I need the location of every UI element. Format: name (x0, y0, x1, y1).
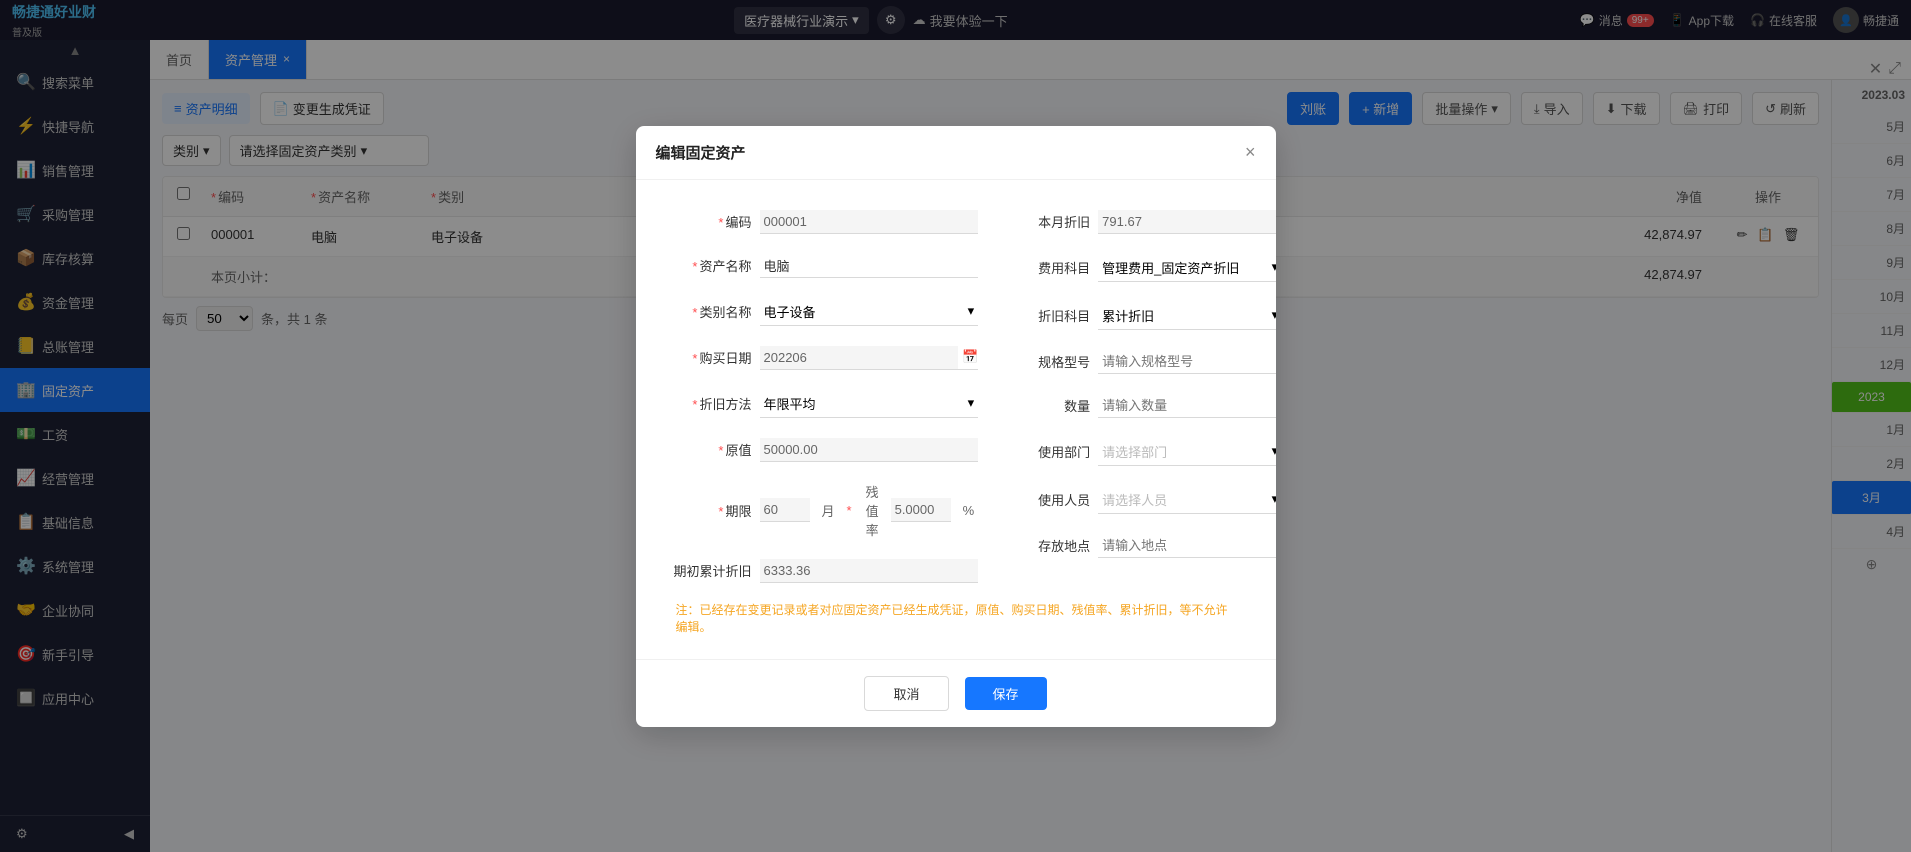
person-placeholder: 请选择人员 (1102, 490, 1167, 509)
modal-overlay: 编辑固定资产 × *编码 *资产名称 (0, 0, 1911, 852)
category-select[interactable]: 电子设备 ▾ (760, 298, 979, 326)
form-right-col: 本月折旧 费用科目 管理费用_固定资产折旧 ▾ (994, 200, 1275, 593)
depr-subject-value: 累计折旧 (1102, 306, 1154, 325)
form-row-category: *类别名称 电子设备 ▾ (656, 288, 995, 336)
save-button[interactable]: 保存 (965, 677, 1047, 710)
category-label: *类别名称 (672, 302, 752, 321)
modal-close-button[interactable]: × (1245, 142, 1256, 163)
original-value-label: *原值 (672, 440, 752, 459)
purchase-date-input-wrap: 📅 (760, 346, 979, 370)
name-input[interactable] (760, 254, 979, 278)
period-input[interactable] (760, 498, 810, 522)
name-label: *资产名称 (672, 256, 752, 275)
depr-subject-label: 折旧科目 (1010, 306, 1090, 325)
depr-method-chevron-icon: ▾ (968, 395, 975, 411)
dept-label: 使用部门 (1010, 442, 1090, 461)
dept-select[interactable]: 请选择部门 ▾ (1098, 438, 1275, 466)
modal-note: 注：已经存在变更记录或者对应固定资产已经生成凭证，原值、购买日期、残值率、累计折… (656, 593, 1256, 639)
depr-method-label: *折旧方法 (672, 394, 752, 413)
period-unit: 月 (822, 501, 835, 520)
form-row-depr-subject: 折旧科目 累计折旧 ▾ (994, 292, 1275, 340)
form-row-this-month-depr: 本月折旧 (994, 200, 1275, 244)
residual-rate-input[interactable] (891, 498, 951, 522)
form-row-purchase-date: *购买日期 📅 (656, 336, 995, 380)
modal-title: 编辑固定资产 (656, 142, 746, 163)
form-row-expense-subject: 费用科目 管理费用_固定资产折旧 ▾ (994, 244, 1275, 292)
code-label: *编码 (672, 212, 752, 231)
this-month-depr-input[interactable] (1098, 210, 1275, 234)
dept-placeholder: 请选择部门 (1102, 442, 1167, 461)
quantity-label: 数量 (1010, 396, 1090, 415)
form-row-person: 使用人员 请选择人员 ▾ (994, 476, 1275, 524)
depr-subject-select[interactable]: 累计折旧 ▾ (1098, 302, 1275, 330)
category-value: 电子设备 (764, 302, 816, 321)
code-input[interactable] (760, 210, 979, 234)
modal-header: 编辑固定资产 × (636, 126, 1276, 180)
purchase-date-input[interactable] (760, 346, 958, 369)
modal-footer: 取消 保存 (636, 659, 1276, 727)
calendar-icon[interactable]: 📅 (962, 349, 978, 365)
residual-rate-unit: % (963, 503, 975, 518)
edit-fixed-asset-modal: 编辑固定资产 × *编码 *资产名称 (636, 126, 1276, 727)
purchase-date-label: *购买日期 (672, 348, 752, 367)
dept-chevron-icon: ▾ (1272, 443, 1276, 459)
cancel-button[interactable]: 取消 (864, 676, 948, 711)
expense-subject-chevron-icon: ▾ (1272, 259, 1276, 275)
modal-body: *编码 *资产名称 *类别名称 (636, 180, 1276, 659)
form-row-dept: 使用部门 请选择部门 ▾ (994, 428, 1275, 476)
this-month-depr-label: 本月折旧 (1010, 212, 1090, 231)
residual-rate-required: * (847, 503, 852, 518)
person-select[interactable]: 请选择人员 ▾ (1098, 486, 1275, 514)
category-chevron-icon: ▾ (968, 303, 975, 319)
form-row-period: *期限 月 * 残值率 % (656, 472, 995, 549)
person-chevron-icon: ▾ (1272, 491, 1276, 507)
quantity-input[interactable] (1098, 394, 1275, 418)
form-grid: *编码 *资产名称 *类别名称 (656, 200, 1256, 593)
period-label: *期限 (672, 501, 752, 520)
expense-subject-value: 管理费用_固定资产折旧 (1102, 258, 1239, 277)
depr-subject-chevron-icon: ▾ (1272, 307, 1276, 323)
person-label: 使用人员 (1010, 490, 1090, 509)
original-value-input[interactable] (760, 438, 979, 462)
spec-input[interactable] (1098, 350, 1275, 374)
expense-subject-label: 费用科目 (1010, 258, 1090, 277)
residual-rate-label: 残值率 (866, 482, 879, 539)
depr-method-value: 年限平均 (764, 394, 816, 413)
period-accum-depr-label: 期初累计折旧 (672, 561, 752, 580)
form-row-location: 存放地点 (994, 524, 1275, 568)
location-input[interactable] (1098, 534, 1275, 558)
form-row-depr-method: *折旧方法 年限平均 ▾ (656, 380, 995, 428)
form-row-spec: 规格型号 (994, 340, 1275, 384)
form-row-period-accum-depr: 期初累计折旧 (656, 549, 995, 593)
form-left-col: *编码 *资产名称 *类别名称 (656, 200, 995, 593)
expense-subject-select[interactable]: 管理费用_固定资产折旧 ▾ (1098, 254, 1275, 282)
period-accum-depr-input[interactable] (760, 559, 979, 583)
depr-method-select[interactable]: 年限平均 ▾ (760, 390, 979, 418)
form-row-original-value: *原值 (656, 428, 995, 472)
spec-label: 规格型号 (1010, 352, 1090, 371)
form-row-quantity: 数量 (994, 384, 1275, 428)
location-label: 存放地点 (1010, 536, 1090, 555)
form-row-name: *资产名称 (656, 244, 995, 288)
form-row-code: *编码 (656, 200, 995, 244)
